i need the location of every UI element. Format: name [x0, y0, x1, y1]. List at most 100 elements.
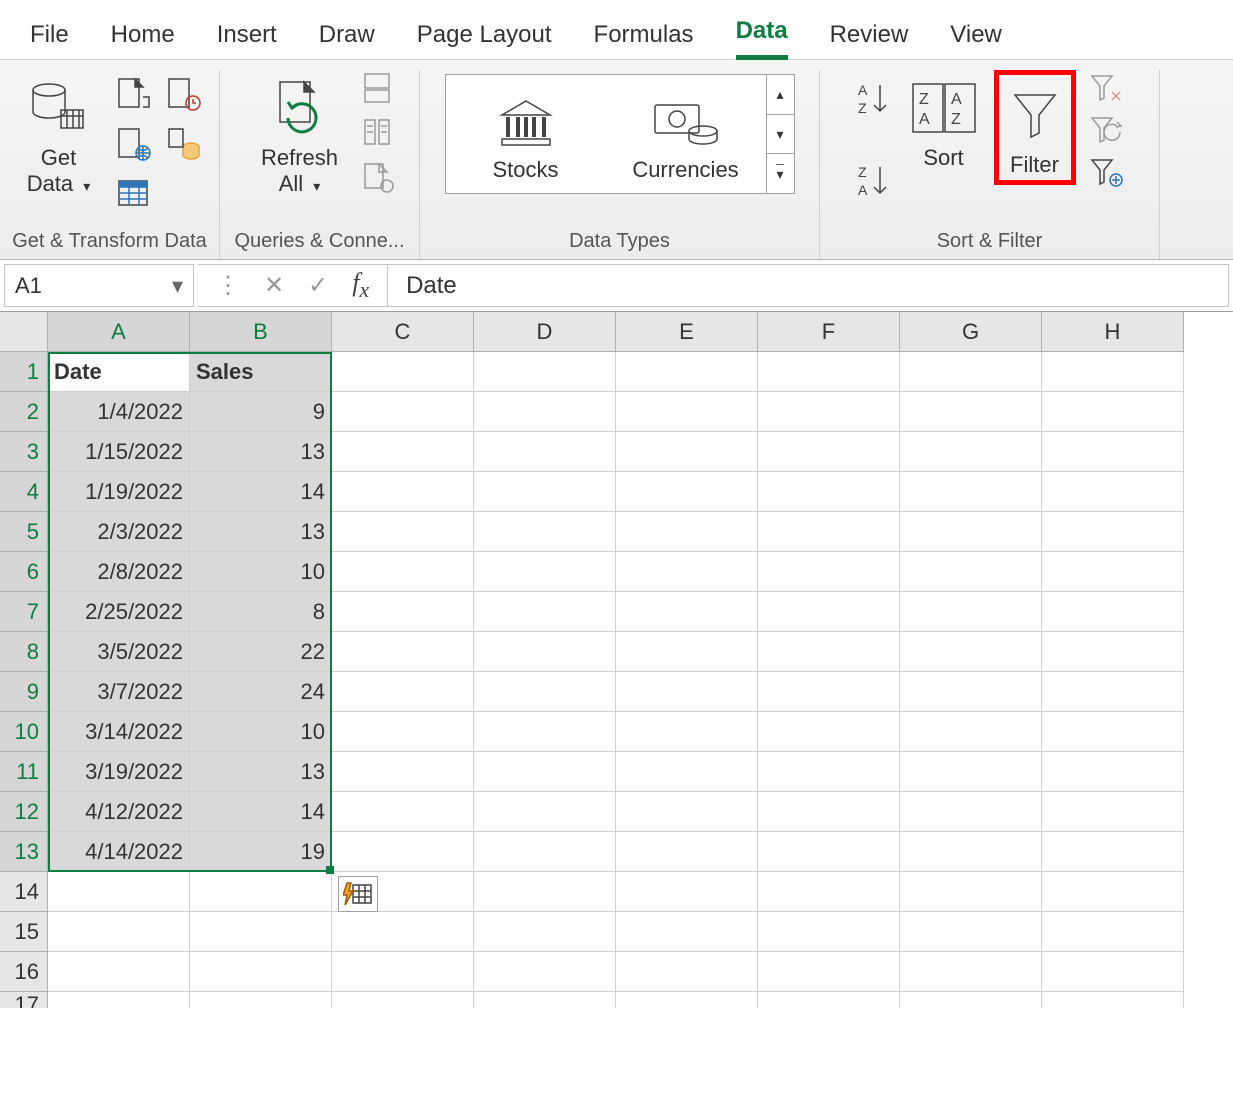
- cell-H1[interactable]: [1042, 352, 1184, 392]
- cell-F9[interactable]: [758, 672, 900, 712]
- cell-D14[interactable]: [474, 872, 616, 912]
- row-header-6[interactable]: 6: [0, 552, 48, 592]
- cell-G12[interactable]: [900, 792, 1042, 832]
- cell-C3[interactable]: [332, 432, 474, 472]
- cell-G13[interactable]: [900, 832, 1042, 872]
- gallery-more[interactable]: ▾: [767, 154, 794, 193]
- cell-E5[interactable]: [616, 512, 758, 552]
- cell-H13[interactable]: [1042, 832, 1184, 872]
- cell-D4[interactable]: [474, 472, 616, 512]
- cell-G6[interactable]: [900, 552, 1042, 592]
- tab-formulas[interactable]: Formulas: [594, 21, 694, 59]
- cell-C5[interactable]: [332, 512, 474, 552]
- cell-A1[interactable]: Date: [48, 352, 190, 392]
- cell-D5[interactable]: [474, 512, 616, 552]
- cell-D12[interactable]: [474, 792, 616, 832]
- cell-B3[interactable]: 13: [190, 432, 332, 472]
- cell-B15[interactable]: [190, 912, 332, 952]
- cell-G7[interactable]: [900, 592, 1042, 632]
- cell-D10[interactable]: [474, 712, 616, 752]
- cell-C13[interactable]: [332, 832, 474, 872]
- cell-B2[interactable]: 9: [190, 392, 332, 432]
- cell-C10[interactable]: [332, 712, 474, 752]
- cell-G10[interactable]: [900, 712, 1042, 752]
- data-type-stocks[interactable]: Stocks: [446, 75, 606, 193]
- recent-sources-button[interactable]: [160, 70, 206, 116]
- cell-B5[interactable]: 13: [190, 512, 332, 552]
- name-box[interactable]: A1 ▾: [4, 264, 194, 307]
- cell-C15[interactable]: [332, 912, 474, 952]
- row-header-11[interactable]: 11: [0, 752, 48, 792]
- cell-H10[interactable]: [1042, 712, 1184, 752]
- spreadsheet-grid[interactable]: ABCDEFGH1DateSales21/4/2022931/15/202213…: [0, 312, 1233, 1008]
- column-header-B[interactable]: B: [190, 312, 332, 352]
- cell-C12[interactable]: [332, 792, 474, 832]
- cell-A13[interactable]: 4/14/2022: [48, 832, 190, 872]
- cell-H8[interactable]: [1042, 632, 1184, 672]
- cell-E9[interactable]: [616, 672, 758, 712]
- cell-A16[interactable]: [48, 952, 190, 992]
- cell-D11[interactable]: [474, 752, 616, 792]
- sort-button[interactable]: ZAAZ Sort: [904, 70, 984, 171]
- cell-D3[interactable]: [474, 432, 616, 472]
- cell-A6[interactable]: 2/8/2022: [48, 552, 190, 592]
- cancel-formula-button[interactable]: ✕: [264, 271, 284, 300]
- column-header-D[interactable]: D: [474, 312, 616, 352]
- cell-A3[interactable]: 1/15/2022: [48, 432, 190, 472]
- cell-H5[interactable]: [1042, 512, 1184, 552]
- row-header-12[interactable]: 12: [0, 792, 48, 832]
- cell-F4[interactable]: [758, 472, 900, 512]
- cell-G1[interactable]: [900, 352, 1042, 392]
- cell-H12[interactable]: [1042, 792, 1184, 832]
- cell-H16[interactable]: [1042, 952, 1184, 992]
- cell-F10[interactable]: [758, 712, 900, 752]
- refresh-all-button[interactable]: RefreshAll ▾: [245, 70, 355, 197]
- cell-A9[interactable]: 3/7/2022: [48, 672, 190, 712]
- row-header-2[interactable]: 2: [0, 392, 48, 432]
- cell-B14[interactable]: [190, 872, 332, 912]
- cell-E17[interactable]: [616, 992, 758, 1008]
- get-data-button[interactable]: GetData ▾: [14, 70, 104, 197]
- cell-C2[interactable]: [332, 392, 474, 432]
- cell-C16[interactable]: [332, 952, 474, 992]
- column-header-A[interactable]: A: [48, 312, 190, 352]
- cell-E10[interactable]: [616, 712, 758, 752]
- from-web-button[interactable]: [110, 120, 156, 166]
- cell-H4[interactable]: [1042, 472, 1184, 512]
- row-header-10[interactable]: 10: [0, 712, 48, 752]
- cell-B8[interactable]: 22: [190, 632, 332, 672]
- cell-D6[interactable]: [474, 552, 616, 592]
- filter-button[interactable]: Filter: [994, 70, 1076, 185]
- edit-links-button[interactable]: [359, 158, 395, 194]
- cell-G5[interactable]: [900, 512, 1042, 552]
- row-header-5[interactable]: 5: [0, 512, 48, 552]
- row-header-1[interactable]: 1: [0, 352, 48, 392]
- cell-C17[interactable]: [332, 992, 474, 1008]
- cell-D15[interactable]: [474, 912, 616, 952]
- row-header-9[interactable]: 9: [0, 672, 48, 712]
- cell-H15[interactable]: [1042, 912, 1184, 952]
- cell-D9[interactable]: [474, 672, 616, 712]
- insert-function-button[interactable]: fx: [352, 268, 369, 303]
- cell-G17[interactable]: [900, 992, 1042, 1008]
- cell-C8[interactable]: [332, 632, 474, 672]
- cell-F7[interactable]: [758, 592, 900, 632]
- cell-A8[interactable]: 3/5/2022: [48, 632, 190, 672]
- cell-C9[interactable]: [332, 672, 474, 712]
- cell-H17[interactable]: [1042, 992, 1184, 1008]
- cell-F2[interactable]: [758, 392, 900, 432]
- cell-G16[interactable]: [900, 952, 1042, 992]
- cell-F8[interactable]: [758, 632, 900, 672]
- cell-D1[interactable]: [474, 352, 616, 392]
- cell-F11[interactable]: [758, 752, 900, 792]
- clear-filter-button[interactable]: [1086, 70, 1126, 106]
- reapply-filter-button[interactable]: [1086, 112, 1126, 148]
- cell-D8[interactable]: [474, 632, 616, 672]
- cell-H7[interactable]: [1042, 592, 1184, 632]
- row-header-14[interactable]: 14: [0, 872, 48, 912]
- existing-connections-button[interactable]: [160, 120, 206, 166]
- cell-C7[interactable]: [332, 592, 474, 632]
- cell-E3[interactable]: [616, 432, 758, 472]
- properties-button[interactable]: [359, 114, 395, 150]
- cell-E12[interactable]: [616, 792, 758, 832]
